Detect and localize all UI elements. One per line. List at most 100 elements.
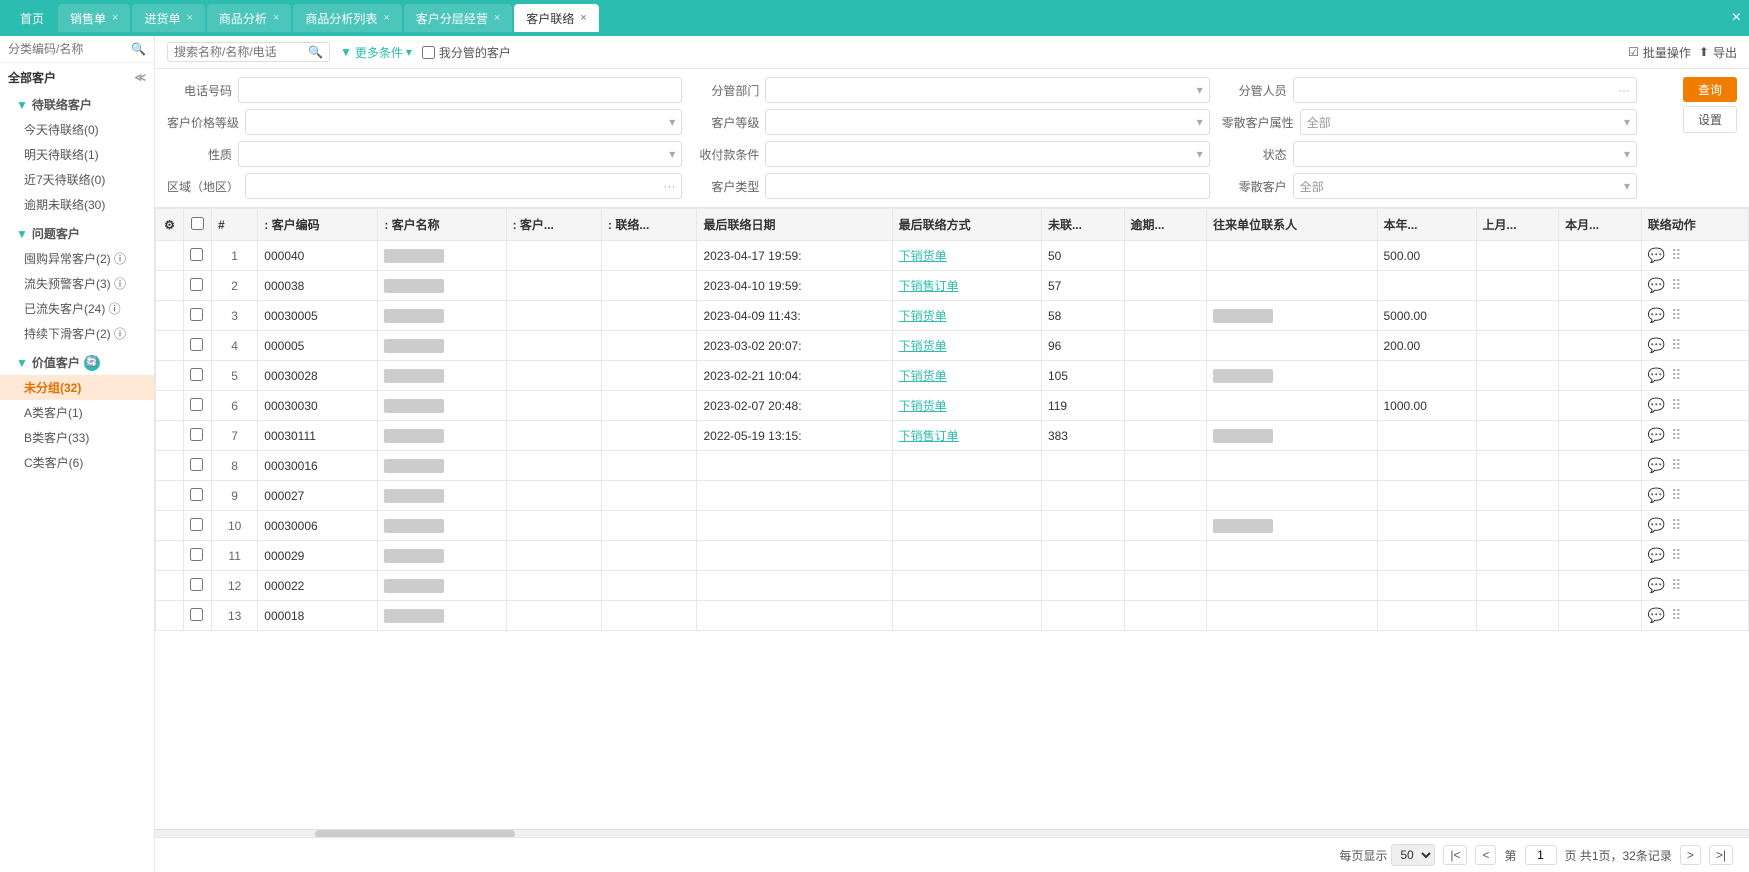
query-button[interactable]: 查询 [1683, 77, 1737, 102]
more-icon[interactable]: ⠿ [1671, 307, 1681, 324]
row-checkbox[interactable] [190, 488, 203, 501]
method-link[interactable]: 下销货单 [899, 249, 947, 263]
reset-button[interactable]: 设置 [1683, 106, 1737, 133]
tab-analysis-close[interactable]: × [273, 12, 279, 24]
more-icon[interactable]: ⠿ [1671, 517, 1681, 534]
method-link[interactable]: 下销货单 [899, 369, 947, 383]
method-link[interactable]: 下销货单 [899, 399, 947, 413]
more-icon[interactable]: ⠿ [1671, 487, 1681, 504]
export-button[interactable]: ⬆ 导出 [1699, 44, 1737, 61]
sidebar-search-icon[interactable]: 🔍 [131, 42, 146, 56]
contact-icon[interactable]: 💬 [1648, 457, 1665, 474]
my-customers-checkbox[interactable] [422, 46, 435, 59]
th-name[interactable]: : 客户名称 [378, 209, 506, 241]
th-year[interactable]: 本年... [1377, 209, 1476, 241]
contact-icon[interactable]: 💬 [1648, 307, 1665, 324]
more-icon[interactable]: ⠿ [1671, 577, 1681, 594]
batch-op-button[interactable]: ☑ 批量操作 [1628, 44, 1691, 61]
row-checkbox[interactable] [190, 428, 203, 441]
select-all-checkbox[interactable] [191, 217, 204, 230]
row-checkbox[interactable] [190, 518, 203, 531]
sidebar-item-today[interactable]: 今天待联络(0) [0, 117, 154, 142]
row-checkbox[interactable] [190, 578, 203, 591]
sparse-select[interactable]: 全部 ▾ [1293, 173, 1637, 199]
tab-sales-close[interactable]: × [112, 12, 118, 24]
more-icon[interactable]: ⠿ [1671, 547, 1681, 564]
my-customers-filter[interactable]: 我分管的客户 [422, 44, 511, 61]
tab-sales[interactable]: 销售单 × [58, 4, 130, 32]
contact-icon[interactable]: 💬 [1648, 517, 1665, 534]
tab-customer-segment-close[interactable]: × [494, 12, 500, 24]
sidebar-item-abnormal[interactable]: 囤购异常客户(2) ⓘ [0, 246, 154, 271]
method-link[interactable]: 下销售订单 [899, 429, 959, 443]
contact-icon[interactable]: 💬 [1648, 487, 1665, 504]
more-icon[interactable]: ⠿ [1671, 247, 1681, 264]
tab-purchase-close[interactable]: × [186, 12, 192, 24]
tab-home[interactable]: 首页 [8, 4, 56, 32]
contact-icon[interactable]: 💬 [1648, 547, 1665, 564]
filter-search-icon[interactable]: 🔍 [308, 45, 323, 59]
row-last-method[interactable]: 下销售订单 [892, 421, 1041, 451]
close-all-button[interactable]: × [1732, 9, 1741, 27]
customer-level-select[interactable]: ▾ [765, 109, 1209, 135]
more-icon[interactable]: ⠿ [1671, 367, 1681, 384]
row-last-method[interactable]: 下销货单 [892, 331, 1041, 361]
contact-icon[interactable]: 💬 [1648, 577, 1665, 594]
filter-search-input[interactable] [174, 45, 304, 59]
region-input[interactable]: ··· [245, 173, 682, 199]
page-input[interactable] [1525, 845, 1557, 865]
row-checkbox[interactable] [190, 548, 203, 561]
sidebar-item-tomorrow[interactable]: 明天待联络(1) [0, 142, 154, 167]
more-icon[interactable]: ⠿ [1671, 427, 1681, 444]
gear-icon[interactable]: ⚙ [164, 218, 175, 232]
th-last-month[interactable]: 上月... [1476, 209, 1559, 241]
more-icon[interactable]: ⠿ [1671, 607, 1681, 624]
contact-icon[interactable]: 💬 [1648, 607, 1665, 624]
price-level-select[interactable]: ▾ [245, 109, 682, 135]
customer-type-input[interactable] [765, 173, 1209, 199]
person-input[interactable]: ··· [1293, 77, 1637, 103]
th-last-date[interactable]: 最后联络日期 [697, 209, 892, 241]
sidebar-item-b[interactable]: B类客户(33) [0, 425, 154, 450]
row-last-method[interactable]: 下销售订单 [892, 271, 1041, 301]
th-overdue[interactable]: 逾期... [1124, 209, 1207, 241]
row-checkbox[interactable] [190, 308, 203, 321]
th-partner[interactable]: 往来单位联系人 [1207, 209, 1377, 241]
row-checkbox[interactable] [190, 608, 203, 621]
tab-customer-contact-close[interactable]: × [580, 12, 586, 24]
filter-more-button[interactable]: ▼ 更多条件 ▾ [340, 44, 412, 61]
scrollbar[interactable] [155, 829, 1749, 837]
tab-analysis-list[interactable]: 商品分析列表 × [293, 4, 401, 32]
status-select[interactable]: ▾ [1293, 141, 1637, 167]
sidebar-item-7days[interactable]: 近7天待联络(0) [0, 167, 154, 192]
last-page-btn[interactable]: >| [1709, 845, 1733, 865]
tab-customer-contact[interactable]: 客户联络 × [514, 4, 598, 32]
payment-select[interactable]: ▾ [765, 141, 1209, 167]
contact-icon[interactable]: 💬 [1648, 337, 1665, 354]
sidebar-item-declining[interactable]: 持续下滑客户(2) ⓘ [0, 321, 154, 346]
sidebar-item-churned[interactable]: 已流失客户(24) ⓘ [0, 296, 154, 321]
all-customers-header[interactable]: 全部客户 ≪ [0, 63, 154, 92]
contact-icon[interactable]: 💬 [1648, 247, 1665, 264]
phone-input[interactable] [238, 77, 682, 103]
sidebar-search-input[interactable] [8, 42, 127, 56]
sidebar-item-a[interactable]: A类客户(1) [0, 400, 154, 425]
dept-select[interactable]: ▾ [765, 77, 1209, 103]
row-checkbox[interactable] [190, 368, 203, 381]
method-link[interactable]: 下销售订单 [899, 279, 959, 293]
th-contact[interactable]: : 联络... [602, 209, 697, 241]
th-last-method[interactable]: 最后联络方式 [892, 209, 1041, 241]
first-page-btn[interactable]: |< [1443, 845, 1467, 865]
contact-icon[interactable]: 💬 [1648, 277, 1665, 294]
th-this-month[interactable]: 本月... [1559, 209, 1642, 241]
row-last-method[interactable]: 下销货单 [892, 391, 1041, 421]
tab-analysis[interactable]: 商品分析 × [207, 4, 291, 32]
sidebar-item-churn-warn[interactable]: 流失预警客户(3) ⓘ [0, 271, 154, 296]
row-checkbox[interactable] [190, 458, 203, 471]
per-page-select[interactable]: 50 [1391, 844, 1435, 866]
method-link[interactable]: 下销货单 [899, 339, 947, 353]
contact-icon[interactable]: 💬 [1648, 367, 1665, 384]
contact-icon[interactable]: 💬 [1648, 397, 1665, 414]
tab-purchase[interactable]: 进货单 × [132, 4, 204, 32]
row-checkbox[interactable] [190, 278, 203, 291]
